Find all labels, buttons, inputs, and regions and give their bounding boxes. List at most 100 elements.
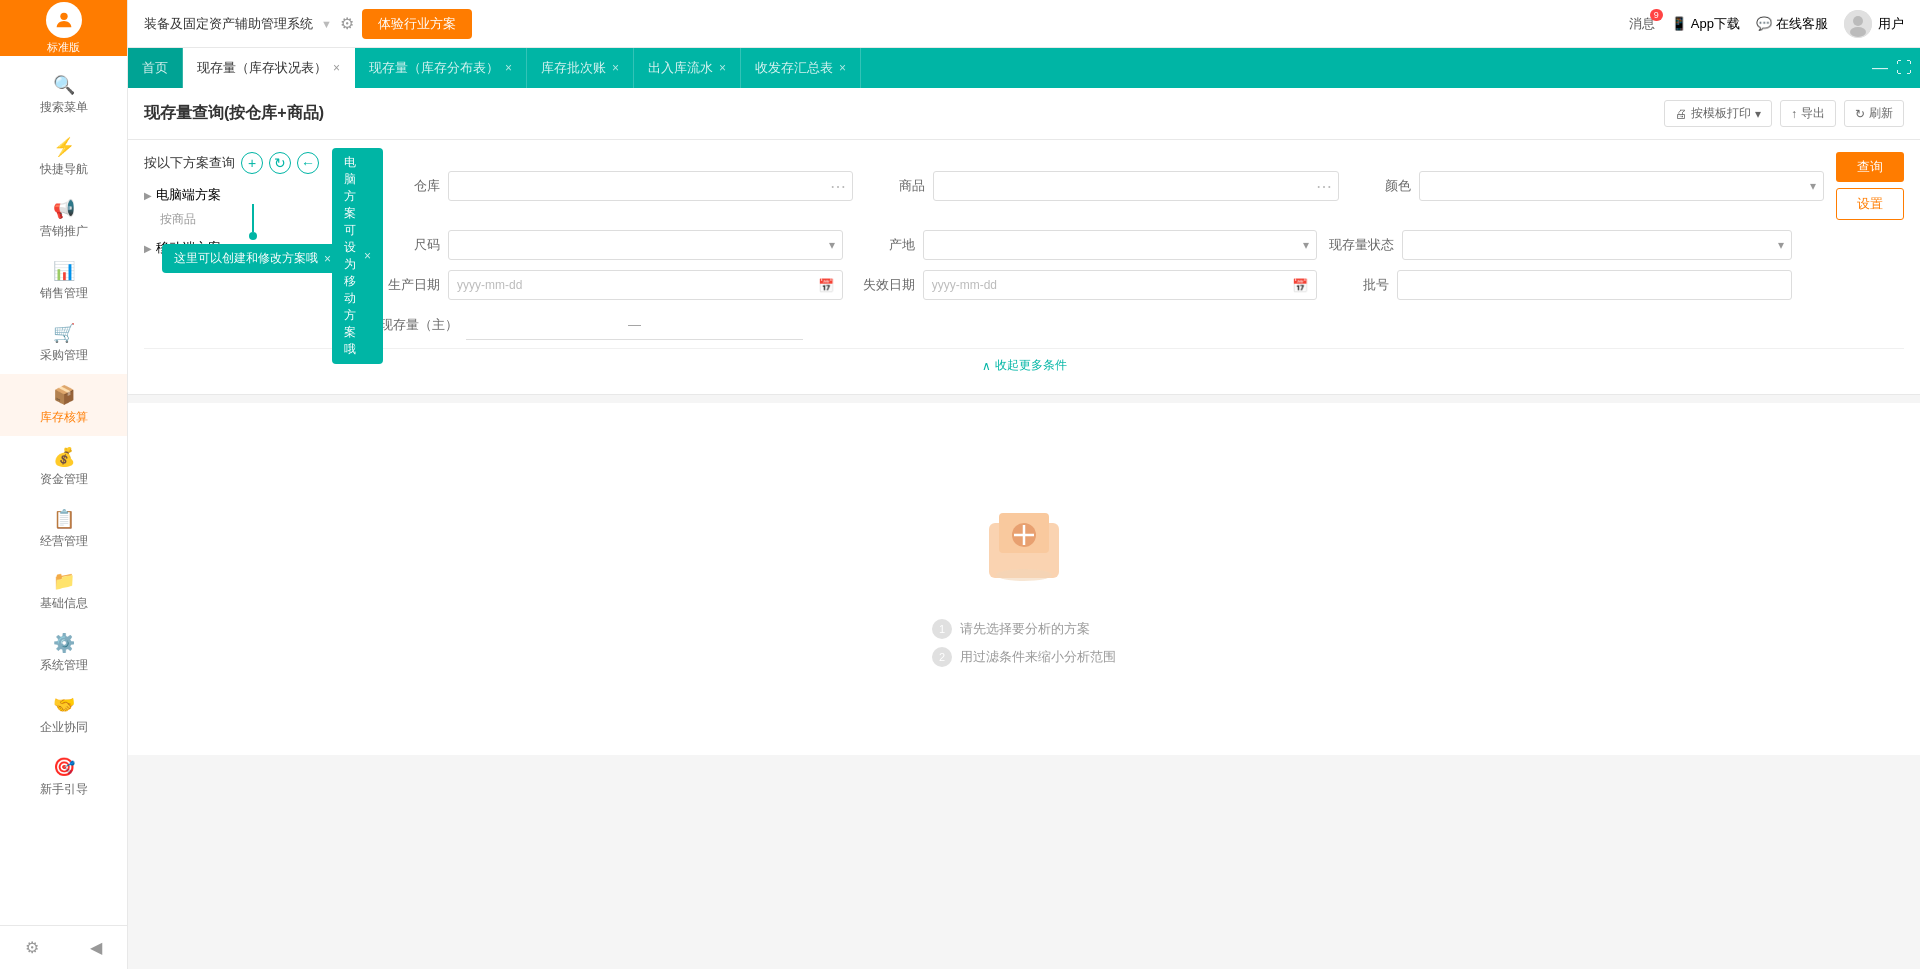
warehouse-input[interactable] <box>455 172 830 200</box>
tab-home-label: 首页 <box>142 59 168 77</box>
tab-inventory-dist[interactable]: 现存量（库存分布表） × <box>355 48 527 88</box>
tooltip1-close[interactable]: × <box>364 249 371 263</box>
warehouse-filter-cell: 仓库 ⋯ <box>380 171 853 201</box>
expiry-date-input[interactable]: yyyy-mm-dd 📅 <box>923 270 1318 300</box>
svg-point-3 <box>1850 27 1866 37</box>
tab-summary-close[interactable]: × <box>839 61 846 75</box>
settings-gear-icon[interactable]: ⚙ <box>340 14 354 33</box>
tab-batch-account[interactable]: 库存批次账 × <box>527 48 634 88</box>
sidebar-item-operations[interactable]: 📋 经营管理 <box>0 498 127 560</box>
filter-fields: 仓库 ⋯ 商品 ⋯ <box>380 152 1904 344</box>
sidebar-item-inventory[interactable]: 📦 库存核算 <box>0 374 127 436</box>
batch-input[interactable] <box>1397 270 1792 300</box>
sidebar-item-sales-label: 销售管理 <box>40 285 88 302</box>
collapse-btn[interactable]: ∧ 收起更多条件 <box>152 357 1896 374</box>
sidebar-item-collab[interactable]: 🤝 企业协同 <box>0 684 127 746</box>
template-print-button[interactable]: 🖨 按模板打印 ▾ <box>1664 100 1772 127</box>
content-area: 现存量查询(按仓库+商品) 🖨 按模板打印 ▾ ↑ 导出 ↻ 刷新 <box>128 88 1920 969</box>
svg-point-0 <box>60 12 67 19</box>
chevron-down-icon: ▾ <box>1755 107 1761 121</box>
tab-inventory-dist-close[interactable]: × <box>505 61 512 75</box>
tab-flow[interactable]: 出入库流水 × <box>634 48 741 88</box>
tab-summary[interactable]: 收发存汇总表 × <box>741 48 861 88</box>
sidebar-item-finance[interactable]: 💰 资金管理 <box>0 436 127 498</box>
refresh-icon: ↻ <box>1855 107 1865 121</box>
sidebar-nav: 🔍 搜索菜单 ⚡ 快捷导航 📢 营销推广 📊 销售管理 🛒 采购管理 📦 库存核… <box>0 56 127 925</box>
app-download-btn[interactable]: 📱 App下载 <box>1671 15 1740 33</box>
tooltip2-close[interactable]: × <box>324 252 331 266</box>
production-date-input[interactable]: yyyy-mm-dd 📅 <box>448 270 843 300</box>
tab-inventory-status[interactable]: 现存量（库存状况表） × <box>183 48 355 88</box>
origin-select[interactable] <box>923 230 1318 260</box>
size-select[interactable] <box>448 230 843 260</box>
tab-home[interactable]: 首页 <box>128 48 183 88</box>
tab-minimize-icon[interactable]: — <box>1872 59 1888 77</box>
system-icon: ⚙️ <box>53 632 75 654</box>
export-button[interactable]: ↑ 导出 <box>1780 100 1836 127</box>
desktop-scheme-label: 电脑端方案 <box>156 186 221 204</box>
stock-main-input-wrap: — <box>466 310 803 340</box>
tooltip1-text: 电脑方案可设为移动方案哦 <box>344 154 358 358</box>
tab-inventory-status-close[interactable]: × <box>333 61 340 75</box>
tab-flow-label: 出入库流水 <box>648 59 713 77</box>
product-input[interactable] <box>940 172 1315 200</box>
sidebar-item-system[interactable]: ⚙️ 系统管理 <box>0 622 127 684</box>
color-select[interactable] <box>1419 171 1824 201</box>
purchase-icon: 🛒 <box>53 322 75 344</box>
sidebar-item-nav-label: 快捷导航 <box>40 161 88 178</box>
sales-icon: 📊 <box>53 260 75 282</box>
stock-main-input2[interactable] <box>649 311 799 339</box>
page-actions: 🖨 按模板打印 ▾ ↑ 导出 ↻ 刷新 <box>1664 100 1904 127</box>
back-scheme-btn[interactable]: ← <box>297 152 319 174</box>
production-date-label: 生产日期 <box>380 276 440 294</box>
arrow-right-icon: ▶ <box>144 190 152 201</box>
sidebar-item-purchase[interactable]: 🛒 采购管理 <box>0 312 127 374</box>
expiry-date-placeholder: yyyy-mm-dd <box>932 278 1293 292</box>
sidebar-item-marketing-label: 营销推广 <box>40 223 88 240</box>
sidebar-item-search[interactable]: 🔍 搜索菜单 <box>0 64 127 126</box>
user-area[interactable]: 用户 <box>1844 10 1904 38</box>
refresh-label: 刷新 <box>1869 105 1893 122</box>
stock-main-dash: — <box>628 317 641 332</box>
empty-illustration <box>964 483 1084 603</box>
settings-footer-btn[interactable]: ⚙ <box>25 938 39 957</box>
refresh-scheme-btn[interactable]: ↻ <box>269 152 291 174</box>
top-header: 装备及固定资产辅助管理系统 ▼ ⚙ 体验行业方案 消息 9 📱 App下载 💬 … <box>128 0 1920 48</box>
tab-batch-account-close[interactable]: × <box>612 61 619 75</box>
filter-btn-group: 查询 设置 <box>1836 152 1904 220</box>
tab-inventory-dist-label: 现存量（库存分布表） <box>369 59 499 77</box>
sidebar-item-guide[interactable]: 🎯 新手引导 <box>0 746 127 808</box>
stock-main-filter-cell: 现存量（主） — <box>380 310 785 340</box>
search-icon: 🔍 <box>53 74 75 96</box>
step2-num: 2 <box>932 647 952 667</box>
tab-flow-close[interactable]: × <box>719 61 726 75</box>
finance-icon: 💰 <box>53 446 75 468</box>
setting-button[interactable]: 设置 <box>1836 188 1904 220</box>
stock-main-input[interactable] <box>470 311 620 339</box>
print-icon: 🖨 <box>1675 107 1687 121</box>
stock-status-select[interactable] <box>1402 230 1792 260</box>
sidebar-item-marketing[interactable]: 📢 营销推广 <box>0 188 127 250</box>
sidebar-item-nav[interactable]: ⚡ 快捷导航 <box>0 126 127 188</box>
step1-num: 1 <box>932 619 952 639</box>
add-scheme-btn[interactable]: + <box>241 152 263 174</box>
refresh-button[interactable]: ↻ 刷新 <box>1844 100 1904 127</box>
sidebar-item-basic[interactable]: 📁 基础信息 <box>0 560 127 622</box>
online-service-btn[interactable]: 💬 在线客服 <box>1756 15 1828 33</box>
online-service-label: 在线客服 <box>1776 15 1828 33</box>
industry-plan-button[interactable]: 体验行业方案 <box>362 9 472 39</box>
search-button[interactable]: 查询 <box>1836 152 1904 182</box>
sidebar-footer: ⚙ ◀ <box>0 925 127 969</box>
collapse-footer-btn[interactable]: ◀ <box>90 938 102 957</box>
svg-point-9 <box>996 569 1052 581</box>
logo-text: 标准版 <box>47 40 80 55</box>
product-label: 商品 <box>865 177 925 195</box>
tab-inventory-status-label: 现存量（库存状况表） <box>197 59 327 77</box>
step2-text: 用过滤条件来缩小分析范围 <box>960 648 1116 666</box>
tab-maximize-icon[interactable]: ⛶ <box>1896 59 1912 77</box>
product-more-dots[interactable]: ⋯ <box>1316 177 1332 196</box>
expiry-date-filter-cell: 失效日期 yyyy-mm-dd 📅 <box>855 270 1318 300</box>
warehouse-more-dots[interactable]: ⋯ <box>830 177 846 196</box>
sidebar-item-sales[interactable]: 📊 销售管理 <box>0 250 127 312</box>
notification-btn[interactable]: 消息 9 <box>1629 15 1655 33</box>
